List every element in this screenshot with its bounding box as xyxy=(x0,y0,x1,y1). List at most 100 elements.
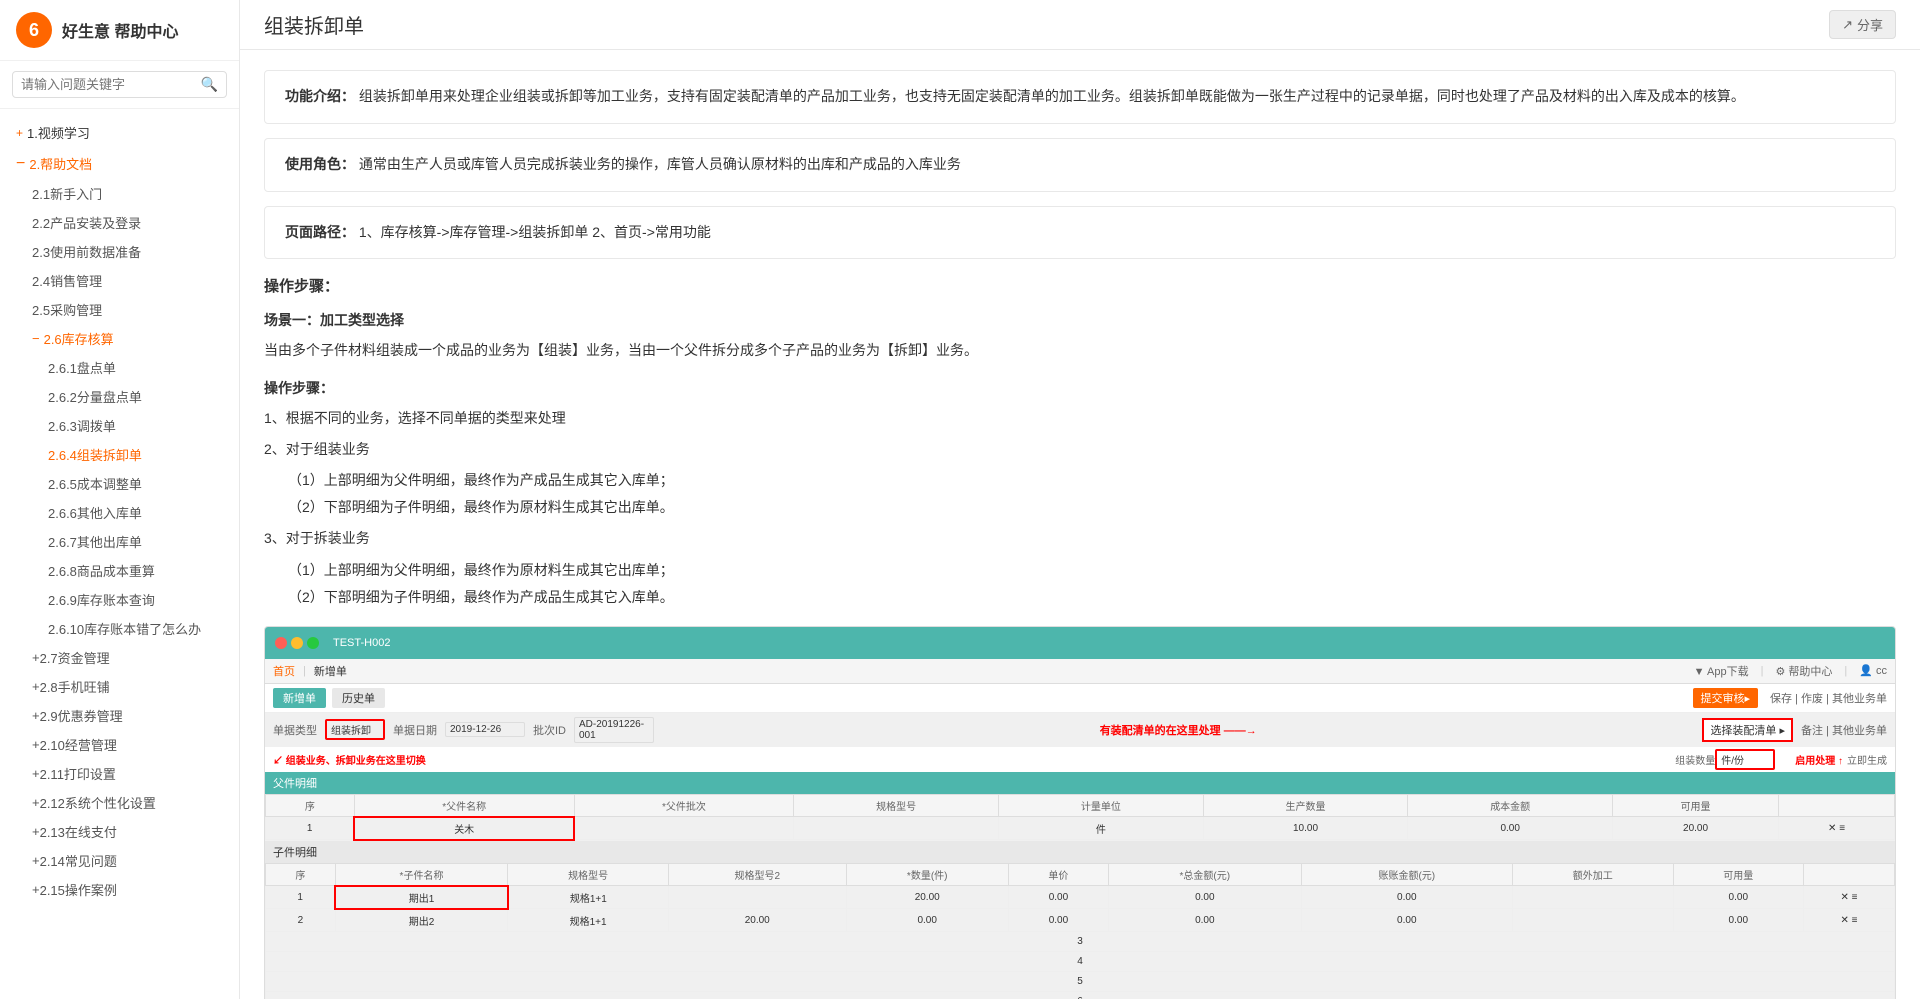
sidebar-item-2-5[interactable]: 2.5采购管理 xyxy=(0,295,239,324)
sidebar-label-2-2: 2.2产品安装及登录 xyxy=(32,213,141,232)
sidebar-item-2-6[interactable]: − 2.6库存核算 xyxy=(0,324,239,353)
expand-icon-2-10: + xyxy=(32,737,40,752)
main-area: 组装拆卸单 ↗ 分享 功能介绍： 组装拆卸单用来处理企业组装或拆卸等加工业务，支… xyxy=(240,0,1920,999)
sidebar-item-2-6-5[interactable]: 2.6.5成本调整单 xyxy=(0,469,239,498)
ss-form-id-label: 批次ID xyxy=(533,722,566,738)
page-title: 组装拆卸单 xyxy=(264,10,364,39)
sidebar-label-2-6-3: 2.6.3调拨单 xyxy=(48,416,116,435)
ss-parent-cell-seq-1: 1 xyxy=(266,817,355,840)
sidebar-item-2-6-9[interactable]: 2.6.9库存账本查询 xyxy=(0,585,239,614)
step-2: 2、对于组装业务 xyxy=(264,437,1896,462)
ss-cth-extra: 额外加工 xyxy=(1512,863,1673,886)
ss-ctr-1-name: 期出1 xyxy=(335,886,508,909)
sidebar-label-2-15: 2.15操作案例 xyxy=(40,880,117,899)
ss-toolbar-home: 首页 xyxy=(273,663,295,679)
sidebar-item-2-11[interactable]: + 2.11打印设置 xyxy=(0,759,239,788)
share-button[interactable]: ↗ 分享 xyxy=(1829,10,1896,39)
ops-title: 操作步骤： xyxy=(264,275,1896,296)
ss-toolbar-help: ⚙ 帮助中心 xyxy=(1775,663,1832,679)
sidebar-item-2-14[interactable]: + 2.14常见问题 xyxy=(0,846,239,875)
sidebar-item-2-9[interactable]: + 2.9优惠券管理 xyxy=(0,701,239,730)
ss-th-ops xyxy=(1779,794,1895,817)
intro-block: 功能介绍： 组装拆卸单用来处理企业组装或拆卸等加工业务，支持有固定装配清单的产品… xyxy=(264,70,1896,124)
sidebar-item-2-6-8[interactable]: 2.6.8商品成本重算 xyxy=(0,556,239,585)
sidebar-label-2-10: 2.10经营管理 xyxy=(40,735,117,754)
role-text: 通常由生产人员或库管人员完成拆装业务的操作，库管人员确认原材料的出库和产成品的入… xyxy=(359,156,961,172)
sidebar-item-2-8[interactable]: + 2.8手机旺铺 xyxy=(0,672,239,701)
ss-ctr-2-name: 期出2 xyxy=(335,909,508,932)
ss-th-parent-name: *父件名称 xyxy=(354,794,574,817)
sidebar-item-2-4[interactable]: 2.4销售管理 xyxy=(0,266,239,295)
sidebar-label-2-9: 2.9优惠券管理 xyxy=(40,706,123,725)
ss-cth-spec1: 规格型号 xyxy=(508,863,669,886)
expand-icon-2-13: + xyxy=(32,824,40,839)
ss-toolbar-sep3: | xyxy=(1844,665,1847,677)
ss-th-avail: 可用量 xyxy=(1613,794,1779,817)
ss-ctr-2-avail: 0.00 xyxy=(1673,909,1803,932)
content-area: 功能介绍： 组装拆卸单用来处理企业组装或拆卸等加工业务，支持有固定装配清单的产品… xyxy=(240,50,1920,999)
ss-cth-seq: 序 xyxy=(266,863,336,886)
sidebar-item-2-6-7[interactable]: 2.6.7其他出库单 xyxy=(0,527,239,556)
ss-toolbar-sep: | xyxy=(303,665,306,677)
sidebar-item-2-13[interactable]: + 2.13在线支付 xyxy=(0,817,239,846)
ss-parent-row-1: 1 关木 件 10.00 0.00 20.00 ✕ ≡ xyxy=(266,817,1895,840)
sidebar-item-2[interactable]: − 2.帮助文档 xyxy=(0,148,239,179)
ss-cth-spec2: 规格型号2 xyxy=(668,863,846,886)
expand-icon-2-7: + xyxy=(32,650,40,665)
sidebar-item-2-6-3[interactable]: 2.6.3调拨单 xyxy=(0,411,239,440)
ss-win-controls xyxy=(275,637,319,649)
sidebar-item-2-6-6[interactable]: 2.6.6其他入库单 xyxy=(0,498,239,527)
sidebar-item-label-1: 1.视频学习 xyxy=(27,123,90,142)
ss-child-row-2: 2 期出2 规格1+1 20.00 0.00 0.00 0.00 0.00 0.… xyxy=(266,909,1895,932)
ss-toolbar-new: 新增单 xyxy=(314,663,347,679)
expand-icon-1: + xyxy=(16,126,23,140)
sidebar-item-2-6-4[interactable]: 2.6.4组装拆卸单 xyxy=(0,440,239,469)
ss-form-type-value: 组装拆卸 xyxy=(325,719,385,740)
ss-titlebar: TEST-H002 xyxy=(265,627,1895,659)
disassemble-step-1: （1）上部明细为父件明细，最终作为原材料生成其它出库单； xyxy=(288,558,1896,583)
scenario1-title: 场景一：加工类型选择 xyxy=(264,310,1896,330)
sidebar-item-1[interactable]: + 1.视频学习 xyxy=(0,117,239,148)
ss-form-date-label: 单据日期 xyxy=(393,722,437,738)
ss-annotation-row: ↙ 组装业务、拆卸业务在这里切换 组装数量 件/份 启用处理 ↑ 立即生成 xyxy=(265,747,1895,772)
intro-label: 功能介绍： xyxy=(285,88,355,104)
ss-qty-label: 组装数量 xyxy=(1675,752,1715,767)
sidebar-item-2-3[interactable]: 2.3使用前数据准备 xyxy=(0,237,239,266)
ss-child-table: 序 *子件名称 规格型号 规格型号2 *数量(件) 单价 *总金额(元) 账账金… xyxy=(265,863,1895,999)
ss-action-btns: 备注 | 其他业务单 xyxy=(1801,722,1887,738)
sidebar-item-2-10[interactable]: + 2.10经营管理 xyxy=(0,730,239,759)
search-input[interactable] xyxy=(21,77,201,92)
sidebar-item-2-1[interactable]: 2.1新手入门 xyxy=(0,179,239,208)
ss-ctr-1-price: 0.00 xyxy=(1008,886,1108,909)
ss-ctr-2-book: 0.00 xyxy=(1301,909,1512,932)
sidebar-item-2-2[interactable]: 2.2产品安装及登录 xyxy=(0,208,239,237)
ss-ctr-1-avail: 0.00 xyxy=(1673,886,1803,909)
search-icon[interactable]: 🔍 xyxy=(201,76,218,93)
step-1: 1、根据不同的业务，选择不同单据的类型来处理 xyxy=(264,406,1896,431)
ss-child-row-4: 4 xyxy=(266,951,1895,971)
expand-icon-2: − xyxy=(16,156,25,172)
ss-ctr-4-empty: 4 xyxy=(266,951,1895,971)
ss-close-btn xyxy=(275,637,287,649)
sidebar-item-2-6-1[interactable]: 2.6.1盘点单 xyxy=(0,353,239,382)
sidebar-item-2-15[interactable]: + 2.15操作案例 xyxy=(0,875,239,904)
share-icon: ↗ xyxy=(1842,17,1853,33)
sidebar-item-2-12[interactable]: + 2.12系统个性化设置 xyxy=(0,788,239,817)
ss-ctr-1-book: 0.00 xyxy=(1301,886,1512,909)
ss-child-row-3: 3 xyxy=(266,931,1895,951)
sidebar-item-2-6-10[interactable]: 2.6.10库存账本错了怎么办 xyxy=(0,614,239,643)
search-box[interactable]: 🔍 xyxy=(12,71,227,98)
logo-text: 好生意 帮助中心 xyxy=(62,18,178,42)
ss-th-seq: 序 xyxy=(266,794,355,817)
ss-parent-cell-prodqty-1: 10.00 xyxy=(1203,817,1408,840)
sidebar-label-2-4: 2.4销售管理 xyxy=(32,271,102,290)
ss-parent-cell-name-1: 关木 xyxy=(354,817,574,840)
sidebar-label-2-3: 2.3使用前数据准备 xyxy=(32,242,141,261)
ss-min-btn xyxy=(291,637,303,649)
sidebar-item-2-7[interactable]: + 2.7资金管理 xyxy=(0,643,239,672)
ss-cth-action xyxy=(1803,863,1894,886)
sidebar-item-2-6-2[interactable]: 2.6.2分量盘点单 xyxy=(0,382,239,411)
ss-form-date-value: 2019-12-26 xyxy=(445,722,525,737)
ss-ctr-6-empty: 6 xyxy=(266,991,1895,999)
ss-child-section: 子件明细 xyxy=(265,841,1895,863)
